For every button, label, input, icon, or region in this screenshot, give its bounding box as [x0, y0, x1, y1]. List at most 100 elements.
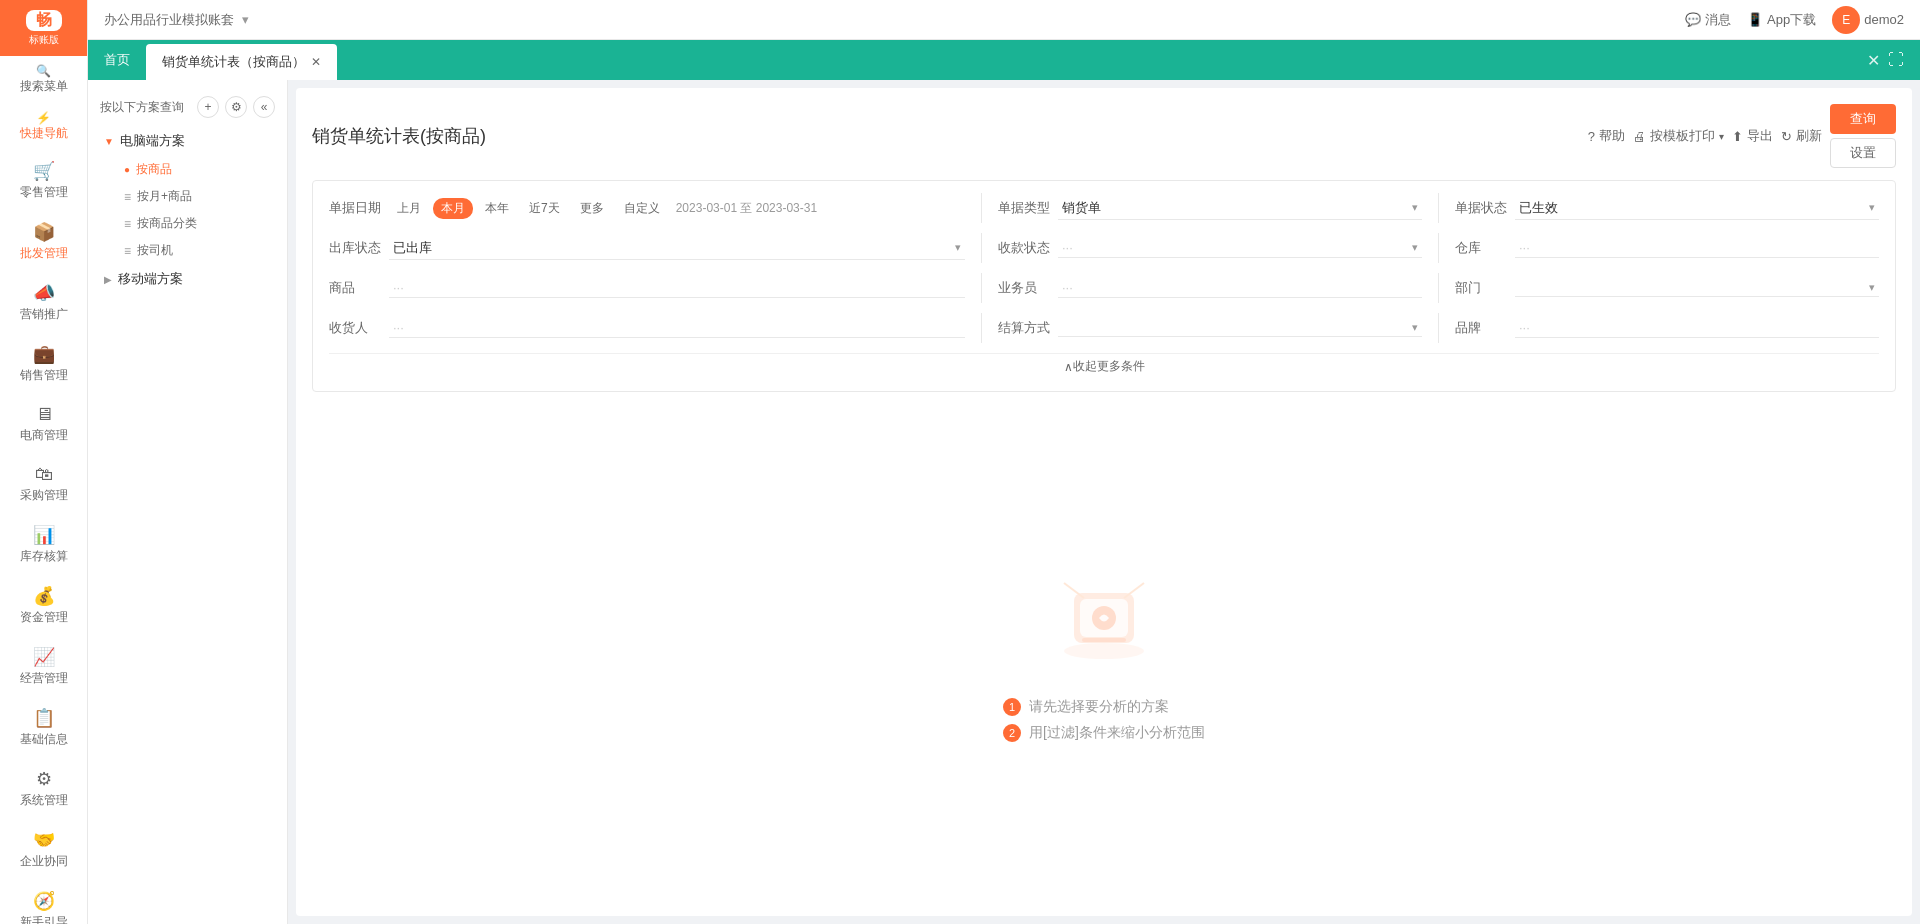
page-title-row: 销货单统计表(按商品) ? 帮助 🖨 按模板打印 ▾ ⬆ 导出: [312, 104, 1896, 168]
sidebar-item-marketing[interactable]: 📣 营销推广: [0, 272, 87, 333]
sidebar-label-basic: 基础信息: [20, 731, 68, 748]
out-status-value: 已出库: [393, 239, 432, 257]
date-last-month-btn[interactable]: 上月: [389, 198, 429, 219]
refresh-btn[interactable]: ↻ 刷新: [1781, 127, 1822, 145]
payment-dots: ···: [1062, 240, 1073, 255]
dropdown-icon[interactable]: ▾: [242, 12, 249, 27]
print-btn[interactable]: 🖨 按模板打印 ▾: [1633, 127, 1724, 145]
tree-expand-icon: ▼: [104, 136, 114, 147]
filter-doc-type: 单据类型 销货单 ▾: [998, 197, 1422, 220]
tip-num-1: 1: [1003, 698, 1021, 716]
app-download-btn[interactable]: 📱 App下载: [1747, 11, 1816, 29]
sidebar-label-marketing: 营销推广: [20, 306, 68, 323]
tree-item-pc[interactable]: ▼ 电脑端方案: [88, 126, 287, 156]
sales-icon: 💼: [33, 343, 55, 365]
doc-type-select[interactable]: 销货单 ▾: [1058, 197, 1422, 220]
app-download-label: App下载: [1767, 11, 1816, 29]
message-label: 消息: [1705, 11, 1731, 29]
retail-icon: 🛒: [33, 160, 55, 182]
settle-select[interactable]: ▾: [1058, 319, 1422, 337]
divider-6: [1438, 273, 1439, 303]
tree-sub-item-by-month-product[interactable]: ≡ 按月+商品: [112, 183, 287, 210]
user-avatar[interactable]: E demo2: [1832, 6, 1904, 34]
topbar-left: 办公用品行业模拟账套 ▾: [104, 11, 249, 29]
divider-3: [981, 233, 982, 263]
product-select[interactable]: ···: [389, 278, 965, 298]
sidebar-item-purchase[interactable]: 🛍 采购管理: [0, 454, 87, 514]
warehouse-dots: ···: [1519, 240, 1530, 255]
add-scheme-btn[interactable]: +: [197, 96, 219, 118]
nav-icon: ⚡: [36, 111, 51, 125]
help-btn[interactable]: ? 帮助: [1588, 127, 1625, 145]
doc-status-select[interactable]: 已生效 ▾: [1515, 197, 1879, 220]
warehouse-select[interactable]: ···: [1515, 238, 1879, 258]
left-panel-actions: + ⚙ «: [197, 96, 275, 118]
sidebar-item-sales[interactable]: 💼 销售管理: [0, 333, 87, 394]
date-range: 2023-03-01 至 2023-03-31: [676, 200, 817, 217]
tree-item-mobile[interactable]: ▶ 移动端方案: [88, 264, 287, 294]
avatar: E: [1832, 6, 1860, 34]
add-icon: +: [204, 100, 211, 114]
date-custom-btn[interactable]: 自定义: [616, 198, 668, 219]
collapse-row[interactable]: ∧ 收起更多条件: [329, 353, 1879, 379]
tab-report[interactable]: 销货单统计表（按商品） ✕: [146, 44, 337, 80]
sidebar-label-retail: 零售管理: [20, 184, 68, 201]
sidebar-item-basic[interactable]: 📋 基础信息: [0, 697, 87, 758]
out-status-select[interactable]: 已出库 ▾: [389, 237, 965, 260]
page-title: 销货单统计表(按商品): [312, 124, 486, 148]
filter-brand: 品牌 ···: [1455, 318, 1879, 338]
user-label: demo2: [1864, 12, 1904, 27]
settings-btn[interactable]: 设置: [1830, 138, 1896, 168]
settings-scheme-btn[interactable]: ⚙: [225, 96, 247, 118]
export-btn[interactable]: ⬆ 导出: [1732, 127, 1773, 145]
tree-sub-item-by-category[interactable]: ≡ 按商品分类: [112, 210, 287, 237]
receiver-select[interactable]: ···: [389, 318, 965, 338]
message-btn[interactable]: 💬 消息: [1685, 11, 1731, 29]
sidebar-item-enterprise[interactable]: 🤝 企业协同: [0, 819, 87, 880]
sidebar-search-item[interactable]: 🔍 搜索菜单: [0, 56, 87, 103]
sidebar-item-system[interactable]: ⚙ 系统管理: [0, 758, 87, 819]
tab-close-icon[interactable]: ✕: [311, 55, 321, 69]
brand-select[interactable]: ···: [1515, 318, 1879, 338]
date-more-btn[interactable]: 更多: [572, 198, 612, 219]
sidebar-item-inventory[interactable]: 📊 库存核算: [0, 514, 87, 575]
date-bar: 上月 本月 本年 近7天 更多 自定义 2023-03-01 至 2023-03…: [389, 198, 817, 219]
tab-expand-btn[interactable]: ⛶: [1888, 51, 1904, 69]
empty-illustration: [1044, 563, 1164, 682]
search-label: 搜索菜单: [20, 78, 68, 95]
date-7days-btn[interactable]: 近7天: [521, 198, 568, 219]
sidebar-label-operation: 经营管理: [20, 670, 68, 687]
settings-icon: ⚙: [231, 100, 242, 114]
print-icon: 🖨: [1633, 129, 1646, 144]
divider-5: [981, 273, 982, 303]
left-panel-title: 按以下方案查询: [100, 99, 184, 116]
sidebar-item-wholesale[interactable]: 📦 批发管理: [0, 211, 87, 272]
receiver-label: 收货人: [329, 319, 389, 337]
filter-product: 商品 ···: [329, 278, 965, 298]
sidebar-item-guide[interactable]: 🧭 新手引导: [0, 880, 87, 924]
tree-sub-label-by-driver: 按司机: [137, 242, 173, 259]
sidebar-nav-item[interactable]: ⚡ 快捷导航: [0, 103, 87, 150]
sidebar-item-ecommerce[interactable]: 🖥 电商管理: [0, 394, 87, 454]
department-select[interactable]: ▾: [1515, 279, 1879, 297]
tree-sub-item-by-product[interactable]: ● 按商品: [112, 156, 287, 183]
filter-doc-status: 单据状态 已生效 ▾: [1455, 197, 1879, 220]
tree-sub-label-by-product: 按商品: [136, 161, 172, 178]
sidebar-item-retail[interactable]: 🛒 零售管理: [0, 150, 87, 211]
query-btn[interactable]: 查询: [1830, 104, 1896, 134]
out-status-label: 出库状态: [329, 239, 389, 257]
date-this-year-btn[interactable]: 本年: [477, 198, 517, 219]
tab-close-btn[interactable]: ✕: [1867, 51, 1880, 70]
collapse-panel-btn[interactable]: «: [253, 96, 275, 118]
tab-home[interactable]: 首页: [88, 40, 146, 80]
payment-select[interactable]: ··· ▾: [1058, 238, 1422, 258]
warehouse-label: 仓库: [1455, 239, 1515, 257]
tree-sub-item-by-driver[interactable]: ≡ 按司机: [112, 237, 287, 264]
sidebar-item-operation[interactable]: 📈 经营管理: [0, 636, 87, 697]
sidebar-item-finance[interactable]: 💰 资金管理: [0, 575, 87, 636]
download-icon: 📱: [1747, 12, 1763, 27]
payment-arrow: ▾: [1412, 241, 1418, 254]
date-this-month-btn[interactable]: 本月: [433, 198, 473, 219]
staff-select[interactable]: ···: [1058, 278, 1422, 298]
tree-item-label-pc: 电脑端方案: [120, 132, 185, 150]
